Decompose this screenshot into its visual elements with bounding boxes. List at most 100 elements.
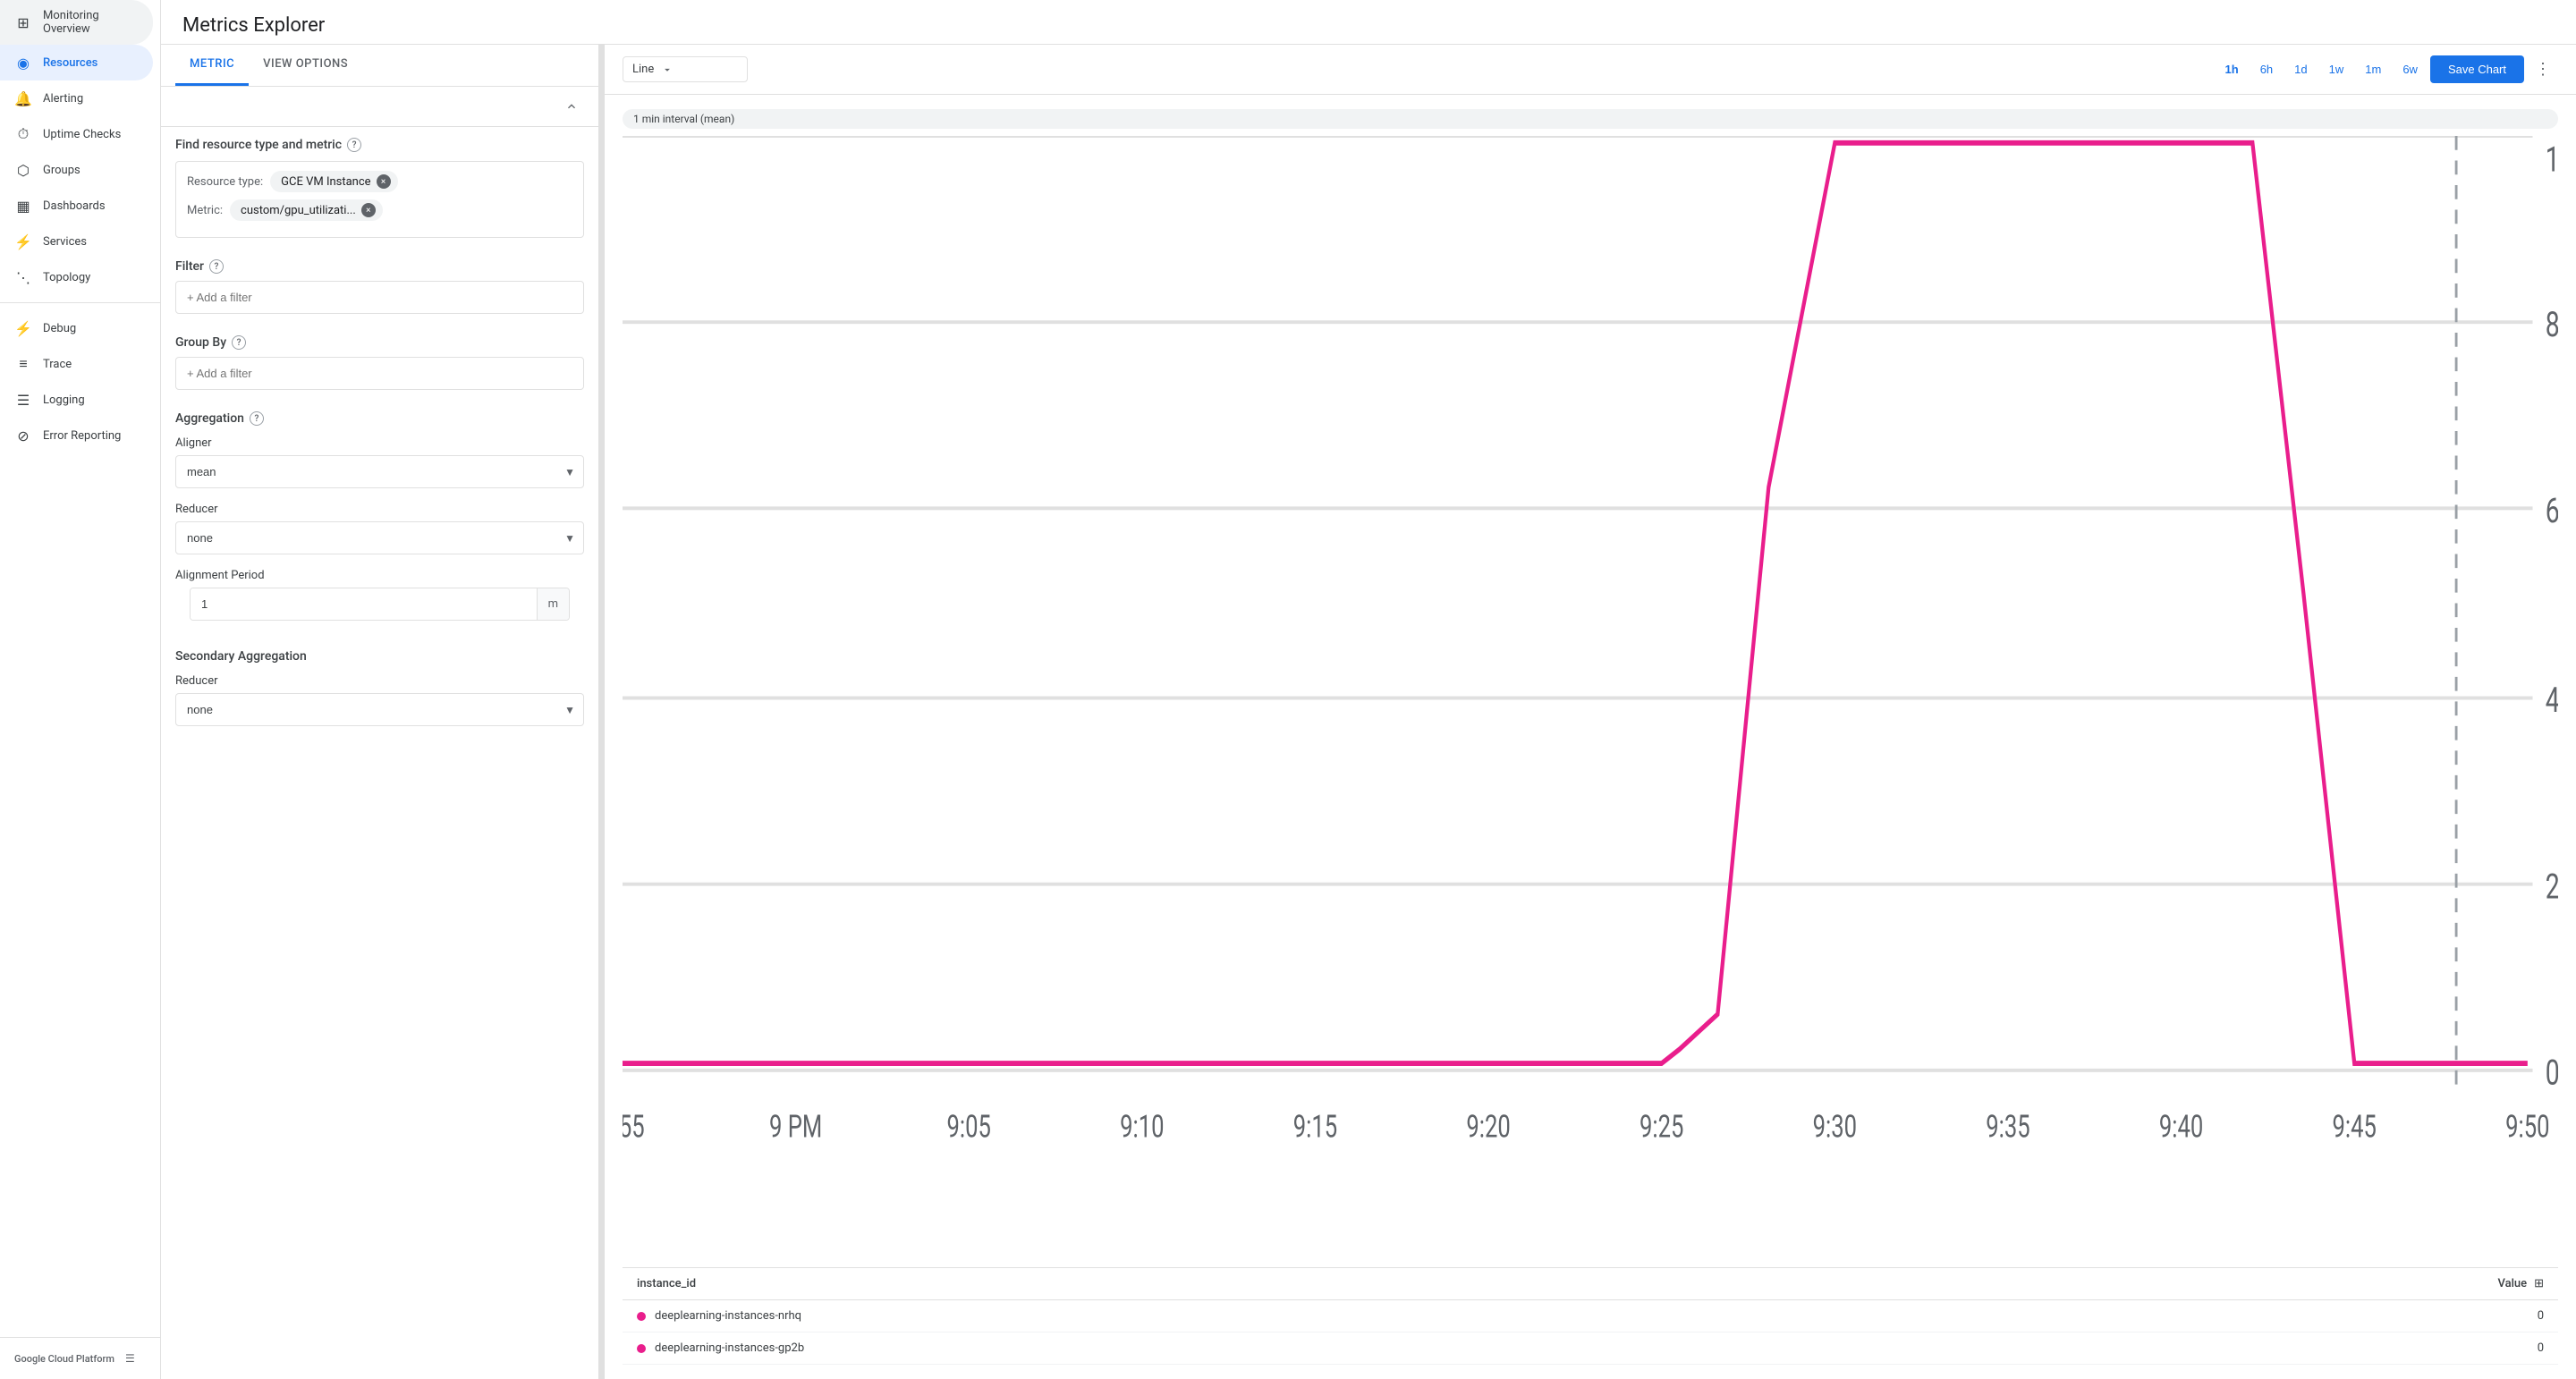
resource-type-chip-close[interactable]: ×: [377, 174, 391, 189]
find-metric-help-icon[interactable]: ?: [347, 138, 361, 152]
chart-type-value: Line: [632, 63, 654, 76]
time-btn-6h[interactable]: 6h: [2251, 57, 2282, 81]
sidebar: ⊞ Monitoring Overview ◉ Resources 🔔 Aler…: [0, 0, 161, 1379]
svg-text:9:45: 9:45: [2333, 1107, 2377, 1145]
find-metric-label: Find resource type and metric ?: [175, 138, 584, 152]
resources-icon: ◉: [14, 54, 32, 72]
sidebar-item-monitoring-overview[interactable]: ⊞ Monitoring Overview: [0, 0, 153, 45]
chart-type-arrow-icon: [661, 63, 674, 76]
metric-chip[interactable]: custom/gpu_utilizati... ×: [230, 199, 383, 221]
sidebar-item-dashboards[interactable]: ▦ Dashboards: [0, 188, 153, 224]
svg-text:40: 40: [2546, 681, 2558, 722]
aligner-label: Aligner: [175, 436, 584, 450]
svg-text:9:30: 9:30: [1813, 1107, 1857, 1145]
metric-row: Metric: custom/gpu_utilizati... ×: [187, 199, 572, 221]
time-btn-6w[interactable]: 6w: [2394, 57, 2427, 81]
tab-view-options[interactable]: VIEW OPTIONS: [249, 45, 362, 86]
svg-text:9:40: 9:40: [2159, 1107, 2203, 1145]
legend-row-1[interactable]: deeplearning-instances-gp2b 0: [623, 1332, 2558, 1365]
save-chart-button[interactable]: Save Chart: [2430, 55, 2524, 83]
resource-type-row: Resource type: GCE VM Instance ×: [187, 171, 572, 192]
sidebar-item-uptime-checks[interactable]: ⏱ Uptime Checks: [0, 116, 153, 152]
legend-name-0: deeplearning-instances-nrhq: [655, 1309, 2538, 1323]
debug-icon: ⚡: [14, 319, 32, 337]
value-header: Value: [2497, 1277, 2527, 1290]
reducer-label: Reducer: [175, 503, 584, 516]
metric-selector-card: Resource type: GCE VM Instance × Metric:…: [175, 161, 584, 238]
filter-input[interactable]: [175, 281, 584, 314]
secondary-aggregation-title: Secondary Aggregation: [175, 649, 584, 664]
google-cloud-logo: Google Cloud Platform: [14, 1353, 114, 1365]
tab-metric[interactable]: METRIC: [175, 45, 249, 86]
home-icon: ⊞: [14, 13, 32, 31]
sidebar-item-logging[interactable]: ☰ Logging: [0, 382, 153, 418]
find-metric-section: Find resource type and metric ? Resource…: [161, 127, 598, 245]
time-btn-1m[interactable]: 1m: [2356, 57, 2390, 81]
sidebar-item-services[interactable]: ⚡ Services: [0, 224, 153, 259]
filter-section-title: Filter ?: [175, 259, 584, 274]
legend-columns-icon[interactable]: ⊞: [2534, 1277, 2544, 1290]
sidebar-item-alerting[interactable]: 🔔 Alerting: [0, 80, 153, 116]
content-area: METRIC VIEW OPTIONS Find resource type a…: [161, 45, 2576, 1379]
metric-section-header: [161, 87, 598, 127]
sidebar-footer: Google Cloud Platform ☰: [0, 1337, 160, 1379]
reducer-section: Reducer none mean sum ▼: [161, 492, 598, 558]
legend-header: instance_id Value ⊞: [623, 1268, 2558, 1300]
alignment-period-input[interactable]: [191, 588, 537, 620]
sidebar-item-resources[interactable]: ◉ Resources: [0, 45, 153, 80]
error-reporting-icon: ⊘: [14, 427, 32, 444]
metric-chip-close[interactable]: ×: [361, 203, 376, 217]
time-btn-1h[interactable]: 1h: [2216, 57, 2248, 81]
svg-text:9:20: 9:20: [1466, 1107, 1510, 1145]
reducer-dropdown-wrapper: none mean sum ▼: [175, 521, 584, 554]
sidebar-item-trace[interactable]: ≡ Trace: [0, 346, 153, 382]
svg-text:60: 60: [2546, 491, 2558, 532]
chart-toolbar: Line 1h 6h 1d 1w 1m 6w Save Chart ⋮: [605, 45, 2576, 95]
secondary-reducer-select[interactable]: none: [175, 693, 584, 726]
svg-text:9 PM: 9 PM: [769, 1107, 822, 1145]
logging-icon: ☰: [14, 391, 32, 409]
alignment-period-unit: m: [537, 588, 569, 620]
chart-type-select[interactable]: Line: [623, 56, 748, 82]
interval-badge: 1 min interval (mean): [623, 109, 2558, 129]
chart-container: 0 20 40 60 80 100 8:5: [623, 136, 2558, 1260]
time-btn-1w[interactable]: 1w: [2320, 57, 2353, 81]
secondary-reducer-section: Reducer none ▼: [161, 671, 598, 730]
legend-dot-1: [637, 1344, 646, 1353]
groups-icon: ⬡: [14, 161, 32, 179]
svg-text:0: 0: [2546, 1053, 2558, 1094]
alignment-period-label: Alignment Period: [175, 569, 584, 582]
svg-text:80: 80: [2546, 304, 2558, 345]
main-content: Metrics Explorer METRIC VIEW OPTIONS Fin…: [161, 0, 2576, 1379]
aligner-section: Aligner mean sum min max ▼: [161, 433, 598, 492]
more-options-button[interactable]: ⋮: [2528, 56, 2558, 82]
time-btn-1d[interactable]: 1d: [2285, 57, 2316, 81]
svg-text:100: 100: [2546, 140, 2558, 181]
svg-text:9:25: 9:25: [1640, 1107, 1683, 1145]
group-by-help-icon[interactable]: ?: [232, 335, 246, 350]
uptime-icon: ⏱: [14, 125, 32, 143]
legend-value-1: 0: [2538, 1341, 2544, 1355]
instance-id-header: instance_id: [637, 1277, 696, 1290]
sidebar-item-error-reporting[interactable]: ⊘ Error Reporting: [0, 418, 153, 453]
aligner-select[interactable]: mean sum min max: [175, 455, 584, 488]
aligner-dropdown-wrapper: mean sum min max ▼: [175, 455, 584, 488]
svg-text:9:05: 9:05: [947, 1107, 991, 1145]
aggregation-help-icon[interactable]: ?: [250, 411, 264, 426]
sidebar-item-topology[interactable]: ⋱ Topology: [0, 259, 153, 295]
page-header: Metrics Explorer: [161, 0, 2576, 45]
legend-row-0[interactable]: deeplearning-instances-nrhq 0: [623, 1300, 2558, 1332]
left-panel: METRIC VIEW OPTIONS Find resource type a…: [161, 45, 599, 1379]
sidebar-item-debug[interactable]: ⚡ Debug: [0, 310, 153, 346]
svg-text:9:50: 9:50: [2505, 1107, 2549, 1145]
sidebar-footer-icon: ☰: [125, 1352, 135, 1365]
filter-help-icon[interactable]: ?: [209, 259, 224, 274]
group-by-section-title: Group By ?: [175, 335, 584, 350]
legend-name-1: deeplearning-instances-gp2b: [655, 1341, 2538, 1355]
collapse-button[interactable]: [559, 94, 584, 119]
reducer-select[interactable]: none mean sum: [175, 521, 584, 554]
trace-icon: ≡: [14, 355, 32, 373]
sidebar-item-groups[interactable]: ⬡ Groups: [0, 152, 153, 188]
resource-type-chip[interactable]: GCE VM Instance ×: [270, 171, 397, 192]
group-by-input[interactable]: [175, 357, 584, 390]
